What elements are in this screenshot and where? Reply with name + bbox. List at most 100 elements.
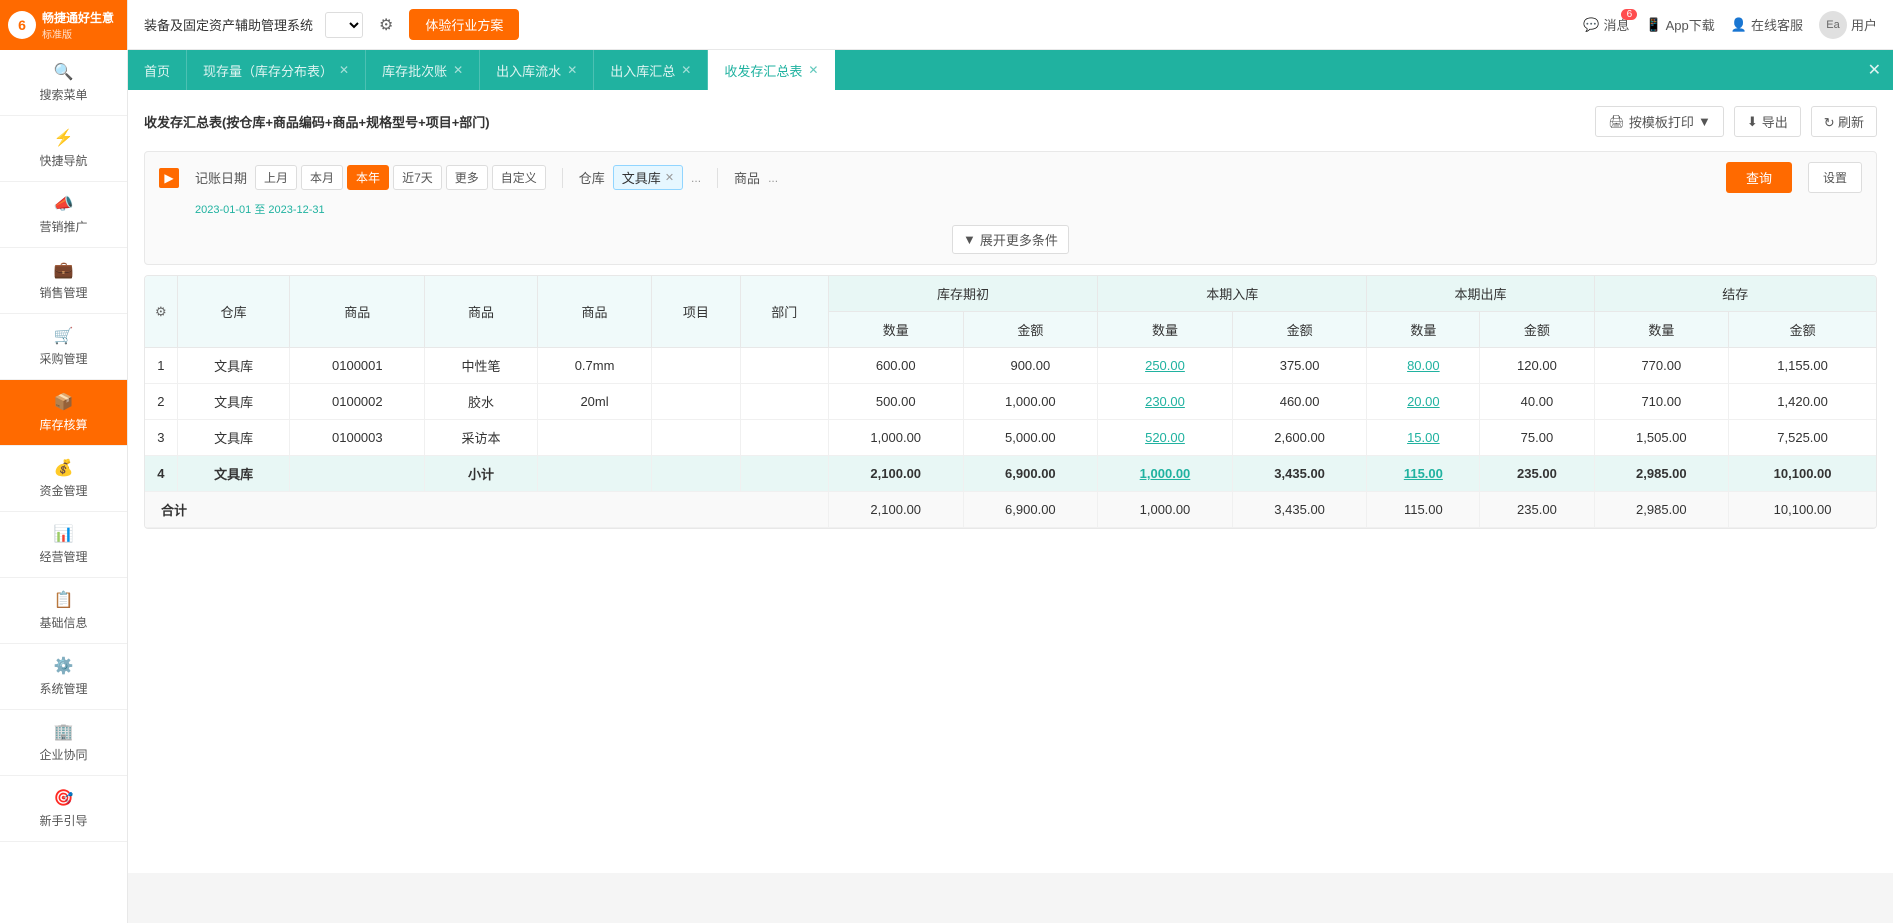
- basic-icon: 📋: [54, 590, 74, 610]
- th-goods-name: 商品: [425, 276, 538, 348]
- sidebar-item-inventory[interactable]: 📦库存核算: [0, 380, 127, 446]
- cell-in-qty[interactable]: 1,000.00: [1098, 456, 1233, 492]
- operations-icon: 📊: [54, 524, 74, 544]
- cell-in-amt: 375.00: [1232, 348, 1367, 384]
- warehouse-more[interactable]: ...: [691, 171, 701, 185]
- warehouse-tag[interactable]: 文具库 ✕: [613, 165, 683, 190]
- refresh-icon: ↻: [1824, 115, 1835, 130]
- date-btn-更多[interactable]: 更多: [446, 165, 488, 190]
- cell-goods-code: 0100002: [290, 384, 425, 420]
- total-in-qty: 1,000.00: [1098, 492, 1233, 528]
- cell-in-qty[interactable]: 250.00: [1098, 348, 1233, 384]
- sidebar-item-purchase[interactable]: 🛒采购管理: [0, 314, 127, 380]
- app-download-item[interactable]: 📱 App下载: [1645, 15, 1714, 34]
- date-btn-本年[interactable]: 本年: [347, 165, 389, 190]
- tab-close-icon[interactable]: ✕: [567, 63, 577, 77]
- cell-out-amt: 120.00: [1480, 348, 1594, 384]
- tab-close-icon[interactable]: ✕: [681, 63, 691, 77]
- close-all-tabs-icon[interactable]: ✕: [1856, 60, 1893, 80]
- cell-out-qty[interactable]: 115.00: [1367, 456, 1480, 492]
- tab-close-icon[interactable]: ✕: [339, 63, 349, 77]
- date-btn-自定义[interactable]: 自定义: [492, 165, 546, 190]
- search-button[interactable]: 查询: [1726, 162, 1792, 193]
- th-opening: 库存期初: [828, 276, 1097, 312]
- cell-in-qty[interactable]: 230.00: [1098, 384, 1233, 420]
- cell-project: [652, 348, 740, 384]
- in-qty-link[interactable]: 520.00: [1145, 430, 1185, 445]
- th-dept: 部门: [740, 276, 828, 348]
- sidebar-item-system[interactable]: ⚙️系统管理: [0, 644, 127, 710]
- warehouse-tag-close[interactable]: ✕: [665, 171, 674, 184]
- sidebar-item-quick[interactable]: ⚡快捷导航: [0, 116, 127, 182]
- sidebar-item-guide[interactable]: 🎯新手引导: [0, 776, 127, 842]
- sidebar-item-search[interactable]: 🔍搜索菜单: [0, 50, 127, 116]
- sidebar-item-basic[interactable]: 📋基础信息: [0, 578, 127, 644]
- sidebar-item-enterprise[interactable]: 🏢企业协同: [0, 710, 127, 776]
- cell-project: [652, 420, 740, 456]
- refresh-button[interactable]: ↻ 刷新: [1811, 106, 1877, 137]
- export-button[interactable]: ⬇ 导出: [1734, 106, 1801, 137]
- logo-text: 畅捷通好生意 标准版: [42, 9, 114, 41]
- tab-----------[interactable]: 现存量（库存分布表）✕: [187, 50, 366, 90]
- online-service-item[interactable]: 👤 在线客服: [1731, 15, 1803, 34]
- out-qty-link[interactable]: 20.00: [1407, 394, 1440, 409]
- search-icon: 🔍: [54, 62, 74, 82]
- tab-close-icon[interactable]: ✕: [808, 63, 818, 77]
- cell-out-qty[interactable]: 20.00: [1367, 384, 1480, 420]
- expand-button[interactable]: ▼ 展开更多条件: [952, 225, 1069, 254]
- sidebar-item-sales[interactable]: 💼销售管理: [0, 248, 127, 314]
- cell-goods-spec: [537, 456, 651, 492]
- cell-warehouse: 文具库: [177, 420, 290, 456]
- date-btn-近7天[interactable]: 近7天: [393, 165, 442, 190]
- trial-button[interactable]: 体验行业方案: [409, 9, 519, 40]
- finance-icon: 💰: [54, 458, 74, 478]
- goods-more[interactable]: ...: [768, 171, 778, 185]
- system-select[interactable]: [325, 12, 363, 38]
- topbar: 装备及固定资产辅助管理系统 ⚙ 体验行业方案 💬 消息 6 📱 App下载 👤 …: [128, 0, 1893, 50]
- date-btn-上月[interactable]: 上月: [255, 165, 297, 190]
- cell-in-qty[interactable]: 520.00: [1098, 420, 1233, 456]
- in-qty-link[interactable]: 230.00: [1145, 394, 1185, 409]
- tab-close-icon[interactable]: ✕: [453, 63, 463, 77]
- message-item[interactable]: 💬 消息 6: [1583, 15, 1629, 34]
- sidebar-item-finance[interactable]: 💰资金管理: [0, 446, 127, 512]
- cell-goods-name: 胶水: [425, 384, 538, 420]
- th-settings[interactable]: ⚙: [145, 276, 177, 348]
- column-settings-icon[interactable]: ⚙: [155, 304, 167, 319]
- message-icon: 💬: [1583, 17, 1599, 33]
- marketing-icon: 📣: [54, 194, 74, 214]
- cell-in-amt: 3,435.00: [1232, 456, 1367, 492]
- total-opening-qty: 2,100.00: [828, 492, 963, 528]
- cell-opening-amt: 5,000.00: [963, 420, 1098, 456]
- tab------[interactable]: 出入库流水✕: [480, 50, 594, 90]
- cell-out-qty[interactable]: 80.00: [1367, 348, 1480, 384]
- cell-out-qty[interactable]: 15.00: [1367, 420, 1480, 456]
- filter-settings-button[interactable]: 设置: [1808, 162, 1862, 193]
- in-qty-link[interactable]: 250.00: [1145, 358, 1185, 373]
- tab------[interactable]: 库存批次账✕: [366, 50, 480, 90]
- subtotal-out-qty-link[interactable]: 115.00: [1404, 466, 1443, 481]
- cell-seq: 3: [145, 420, 177, 456]
- filter-expand-row: ▼ 展开更多条件: [159, 225, 1862, 254]
- purchase-icon: 🛒: [54, 326, 74, 346]
- filter-toggle-button[interactable]: ▶: [159, 168, 179, 188]
- cell-goods-spec: 20ml: [537, 384, 651, 420]
- user-item[interactable]: Ea 用户: [1819, 11, 1877, 39]
- date-btn-本月[interactable]: 本月: [301, 165, 343, 190]
- cell-goods-spec: [537, 420, 651, 456]
- tab-------[interactable]: 收发存汇总表✕: [708, 50, 835, 90]
- tab-label: 出入库汇总: [610, 61, 675, 80]
- tab------[interactable]: 出入库汇总 ✕: [594, 50, 708, 90]
- sidebar-item-operations[interactable]: 📊经营管理: [0, 512, 127, 578]
- cell-dept: [740, 384, 828, 420]
- subtotal-in-qty-link[interactable]: 1,000.00: [1140, 466, 1191, 481]
- tab---[interactable]: 首页: [128, 50, 187, 90]
- out-qty-link[interactable]: 15.00: [1407, 430, 1440, 445]
- out-qty-link[interactable]: 80.00: [1407, 358, 1440, 373]
- gear-icon[interactable]: ⚙: [375, 11, 397, 39]
- cell-balance-amt: 1,155.00: [1729, 348, 1876, 384]
- print-button[interactable]: 🖨 按模板打印 ▼: [1595, 106, 1723, 137]
- total-out-amt: 235.00: [1480, 492, 1594, 528]
- sidebar-item-marketing[interactable]: 📣营销推广: [0, 182, 127, 248]
- date-range-display: 2023-01-01 至 2023-12-31: [195, 201, 1862, 217]
